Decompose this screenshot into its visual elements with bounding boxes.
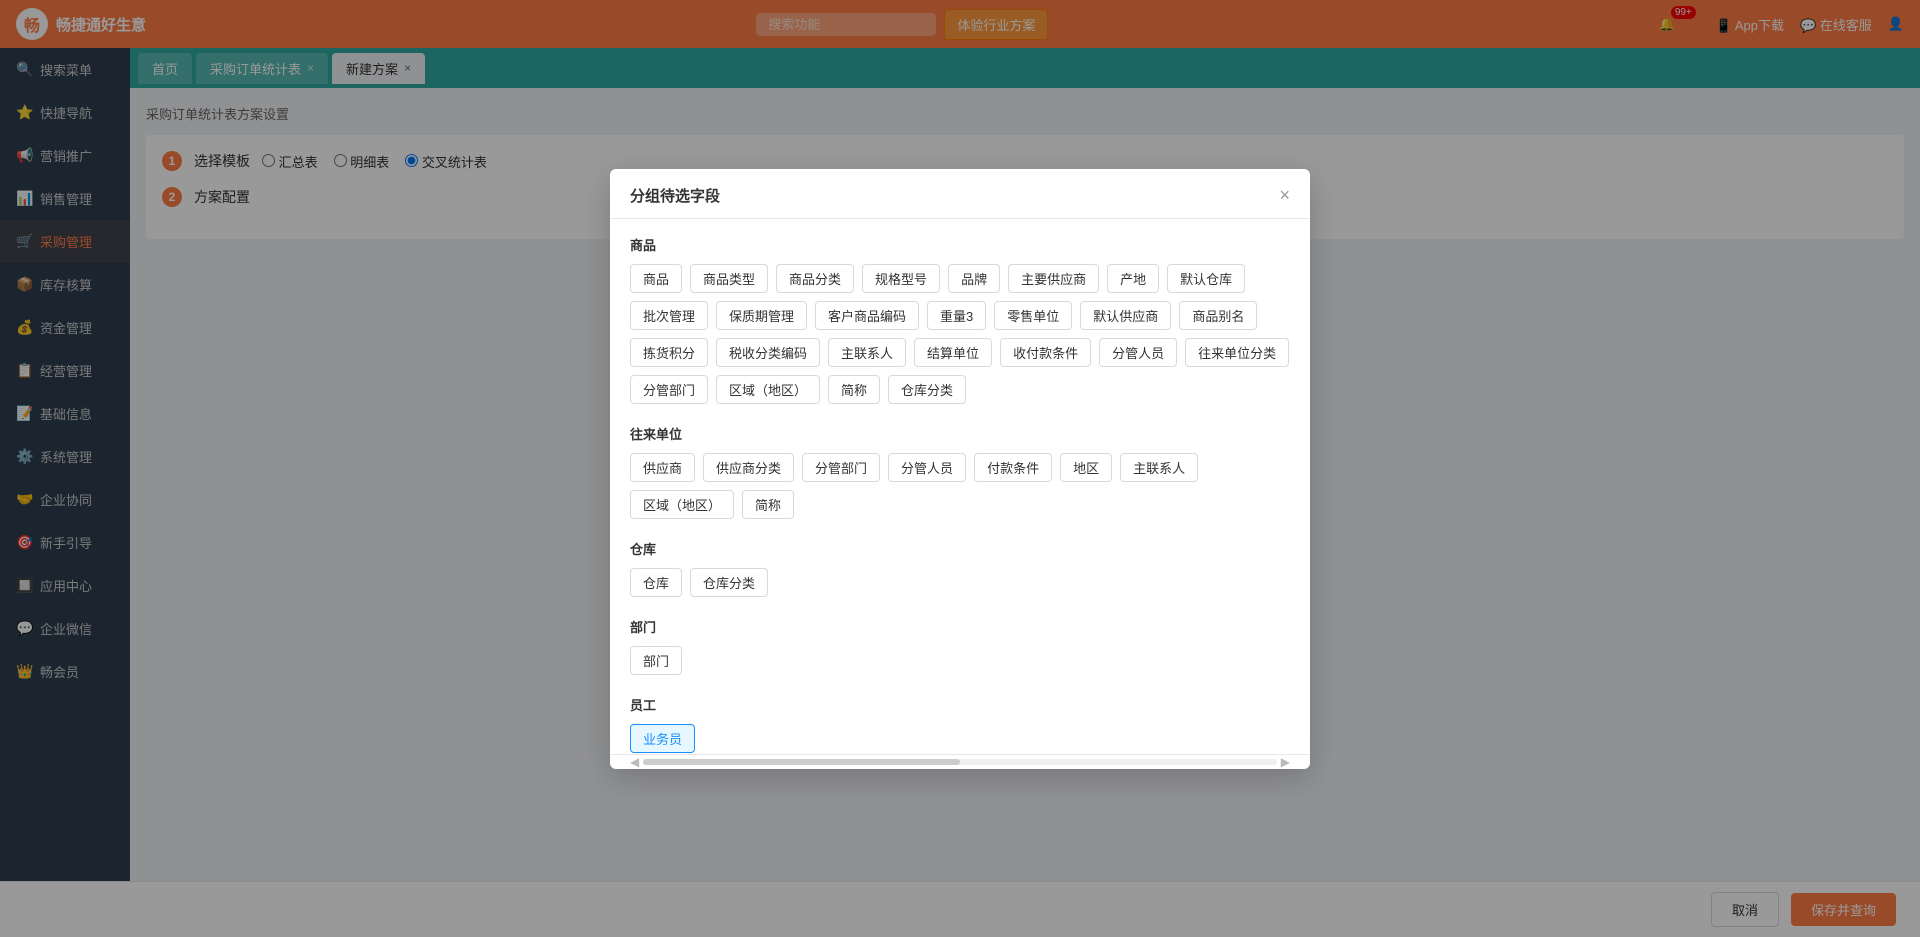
tag-default-warehouse[interactable]: 默认仓库 [1167, 264, 1245, 293]
dialog-title: 分组待选字段 [630, 185, 720, 206]
section-dept-title: 部门 [630, 617, 1290, 636]
partner-tags: 供应商 供应商分类 分管部门 分管人员 付款条件 地区 主联系人 区域（地区） … [630, 453, 1290, 519]
tag-supplier[interactable]: 供应商 [630, 453, 695, 482]
tag-department[interactable]: 部门 [630, 646, 682, 675]
section-partner: 往来单位 供应商 供应商分类 分管部门 分管人员 付款条件 地区 主联系人 区域… [630, 424, 1290, 519]
section-goods-title: 商品 [630, 235, 1290, 254]
tag-weight[interactable]: 重量3 [927, 301, 986, 330]
tag-settlement-unit[interactable]: 结算单位 [914, 338, 992, 367]
tag-pick-score[interactable]: 拣货积分 [630, 338, 708, 367]
tag-supplier-category[interactable]: 供应商分类 [703, 453, 794, 482]
tag-supervisor[interactable]: 分管人员 [1099, 338, 1177, 367]
field-selector-dialog: 分组待选字段 × 商品 商品 商品类型 商品分类 规格型号 品牌 主要供应商 产… [610, 169, 1310, 769]
tag-dept[interactable]: 分管部门 [630, 375, 708, 404]
tag-origin[interactable]: 产地 [1107, 264, 1159, 293]
tag-payment-cond[interactable]: 付款条件 [974, 453, 1052, 482]
tag-goods[interactable]: 商品 [630, 264, 682, 293]
warehouse-tags: 仓库 仓库分类 [630, 568, 1290, 597]
tag-tax-code[interactable]: 税收分类编码 [716, 338, 820, 367]
section-warehouse: 仓库 仓库 仓库分类 [630, 539, 1290, 597]
tag-partner-category[interactable]: 往来单位分类 [1185, 338, 1289, 367]
tag-retail-unit[interactable]: 零售单位 [994, 301, 1072, 330]
dialog-header: 分组待选字段 × [610, 169, 1310, 219]
dialog-body[interactable]: 商品 商品 商品类型 商品分类 规格型号 品牌 主要供应商 产地 默认仓库 批次… [610, 219, 1310, 754]
tag-payment-terms[interactable]: 收付款条件 [1000, 338, 1091, 367]
tag-area-partner[interactable]: 区域（地区） [630, 490, 734, 519]
tag-warehouse-category[interactable]: 仓库分类 [690, 568, 768, 597]
scroll-right-arrow[interactable]: ▶ [1281, 755, 1290, 769]
tag-salesperson[interactable]: 业务员 [630, 724, 695, 753]
tag-spec-model[interactable]: 规格型号 [862, 264, 940, 293]
tag-goods-category[interactable]: 商品分类 [776, 264, 854, 293]
tag-short-name-partner[interactable]: 简称 [742, 490, 794, 519]
tag-dept-partner[interactable]: 分管部门 [802, 453, 880, 482]
scroll-left-arrow[interactable]: ◀ [630, 755, 639, 769]
tag-warehouse-cat-goods[interactable]: 仓库分类 [888, 375, 966, 404]
employee-tags: 业务员 [630, 724, 1290, 753]
tag-customer-code[interactable]: 客户商品编码 [815, 301, 919, 330]
tag-main-contact[interactable]: 主联系人 [828, 338, 906, 367]
tag-main-supplier[interactable]: 主要供应商 [1008, 264, 1099, 293]
tag-goods-alias[interactable]: 商品别名 [1179, 301, 1257, 330]
hscroll-track [643, 759, 1277, 765]
section-dept: 部门 部门 [630, 617, 1290, 675]
dialog-close-button[interactable]: × [1279, 186, 1290, 204]
tag-warehouse[interactable]: 仓库 [630, 568, 682, 597]
tag-expiry-mgmt[interactable]: 保质期管理 [716, 301, 807, 330]
tag-default-supplier[interactable]: 默认供应商 [1080, 301, 1171, 330]
tag-short-name-goods[interactable]: 简称 [828, 375, 880, 404]
tag-batch-mgmt[interactable]: 批次管理 [630, 301, 708, 330]
goods-tags: 商品 商品类型 商品分类 规格型号 品牌 主要供应商 产地 默认仓库 批次管理 … [630, 264, 1290, 404]
dialog-hscrollbar: ◀ ▶ [610, 754, 1310, 769]
tag-region-goods[interactable]: 区域（地区） [716, 375, 820, 404]
section-employee-title: 员工 [630, 695, 1290, 714]
hscroll-thumb [643, 759, 960, 765]
tag-goods-type[interactable]: 商品类型 [690, 264, 768, 293]
dept-tags: 部门 [630, 646, 1290, 675]
modal-overlay: 分组待选字段 × 商品 商品 商品类型 商品分类 规格型号 品牌 主要供应商 产… [0, 0, 1920, 937]
tag-region-partner[interactable]: 地区 [1060, 453, 1112, 482]
section-partner-title: 往来单位 [630, 424, 1290, 443]
section-employee: 员工 业务员 [630, 695, 1290, 753]
section-goods: 商品 商品 商品类型 商品分类 规格型号 品牌 主要供应商 产地 默认仓库 批次… [630, 235, 1290, 404]
tag-supervisor-partner[interactable]: 分管人员 [888, 453, 966, 482]
tag-brand[interactable]: 品牌 [948, 264, 1000, 293]
tag-main-contact-partner[interactable]: 主联系人 [1120, 453, 1198, 482]
section-warehouse-title: 仓库 [630, 539, 1290, 558]
